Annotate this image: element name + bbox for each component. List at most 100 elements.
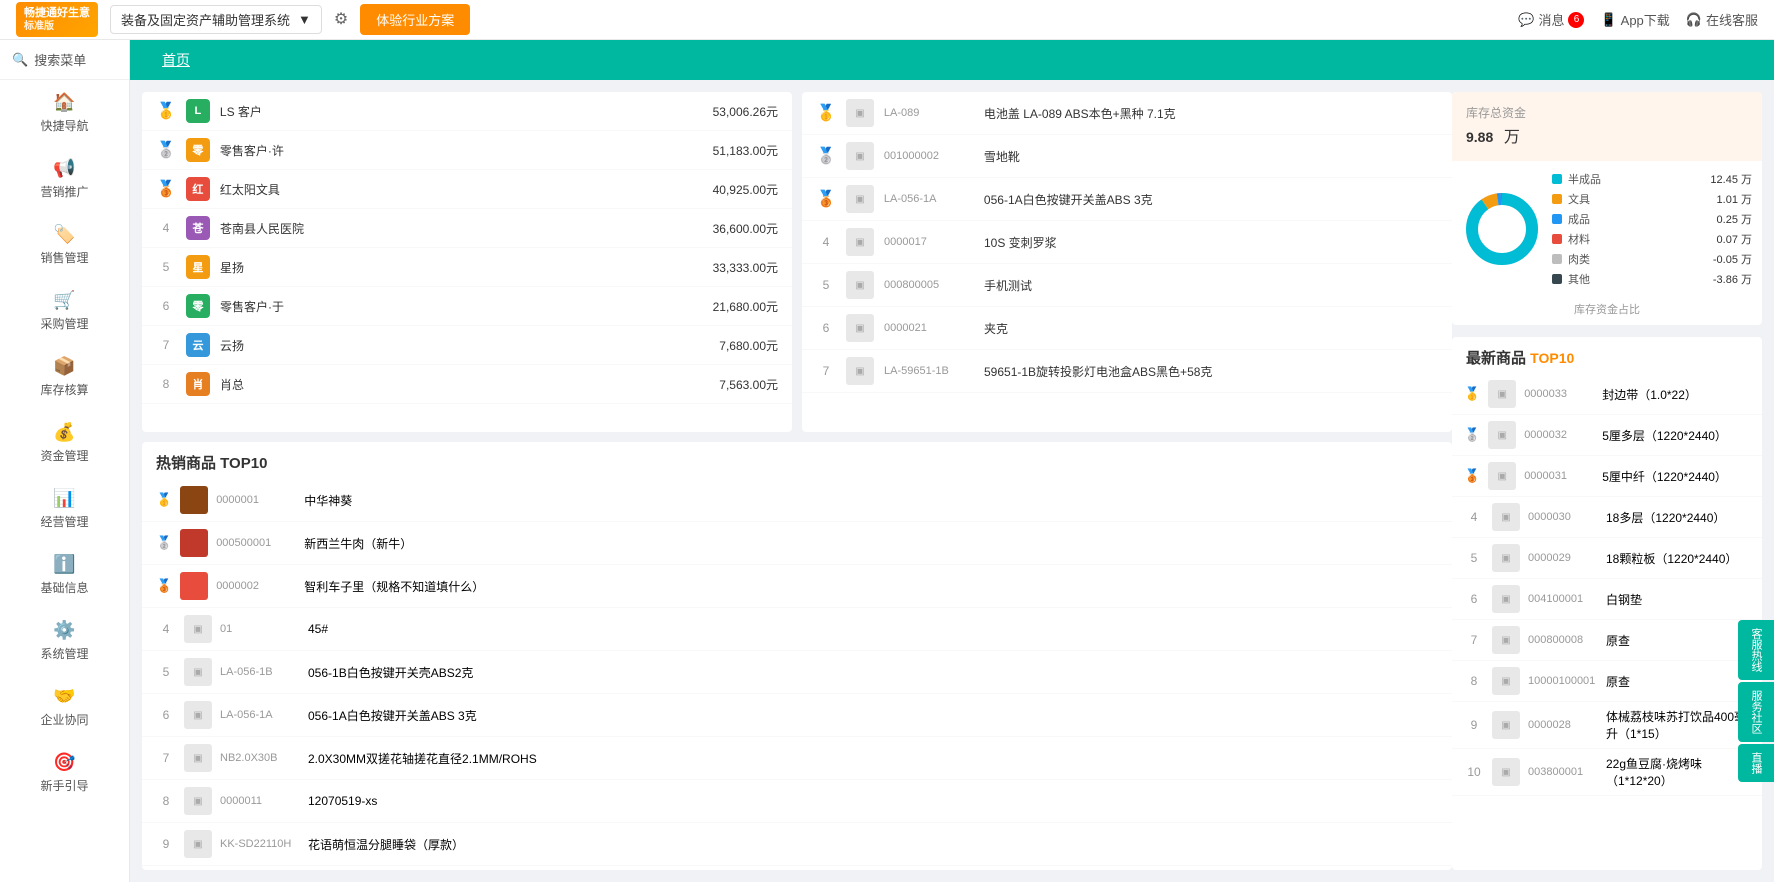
live-button[interactable]: 直播: [1738, 744, 1774, 782]
inventory-donut-chart: [1462, 189, 1542, 269]
product-name: 体械荔枝味苏打饮品400毫升（1*15）: [1606, 708, 1750, 742]
sidebar-item-operations[interactable]: 📊 经营管理: [0, 476, 129, 542]
home-icon: 🏠: [53, 92, 75, 113]
product-code: 0000001: [216, 494, 296, 506]
system-select[interactable]: 装备及固定资产辅助管理系统 ▼: [110, 5, 322, 34]
list-item[interactable]: 🥉 ▣ LA-056-1A 056-1A白色按键开关盖ABS 3克: [802, 178, 1452, 221]
system-icon: ⚙️: [53, 620, 75, 641]
rank-num: 8: [156, 377, 176, 391]
logo: 畅捷通好生意 标准版: [16, 2, 98, 37]
list-item[interactable]: 9 ▣ KK-SD22110H 花语萌恒温分腿睡袋（厚款）: [142, 823, 1452, 866]
sidebar-item-guide[interactable]: 🎯 新手引导: [0, 740, 129, 806]
right-panel: 库存总资金 9.88 万: [1452, 92, 1762, 870]
app-download-button[interactable]: 📱 App下载: [1600, 10, 1669, 29]
sidebar-item-quick-nav[interactable]: 🏠 快捷导航: [0, 80, 129, 146]
header: 畅捷通好生意 标准版 装备及固定资产辅助管理系统 ▼ ⚙ 体验行业方案 💬 消息…: [0, 0, 1774, 40]
product-name: 056-1B白色按键开关壳ABS2克: [308, 664, 1438, 681]
inventory-icon: 📦: [53, 356, 75, 377]
customer-service-button[interactable]: 客服热线: [1738, 620, 1774, 680]
product-image: ▣: [1492, 585, 1520, 613]
messages-button[interactable]: 💬 消息 6: [1518, 10, 1584, 29]
list-item[interactable]: 5 星 星扬 33,333.00元: [142, 248, 792, 287]
top-row: 🥇 L LS 客户 53,006.26元 🥈 零 零售客户·许 51,183.0…: [142, 92, 1452, 432]
list-item[interactable]: 4 ▣ 0000017 10S 变刺罗浆: [802, 221, 1452, 264]
header-left: 畅捷通好生意 标准版 装备及固定资产辅助管理系统 ▼ ⚙ 体验行业方案: [16, 2, 470, 37]
rank-medal: 🥈: [1464, 427, 1480, 443]
sidebar-item-inventory[interactable]: 📦 库存核算: [0, 344, 129, 410]
legend-dot: [1552, 194, 1562, 204]
customer-amount: 53,006.26元: [713, 103, 778, 120]
list-item[interactable]: 6 ▣ LA-056-1A 056-1A白色按键开关盖ABS 3克: [142, 694, 1452, 737]
list-item[interactable]: 4 ▣ 0000030 18多层（1220*2440）: [1452, 497, 1762, 538]
list-item[interactable]: 🥉 红 红太阳文具 40,925.00元: [142, 170, 792, 209]
customer-amount: 33,333.00元: [713, 259, 778, 276]
list-item[interactable]: 10 ▣ 003800001 22g鱼豆腐·烧烤味（1*12*20）: [1452, 749, 1762, 796]
product-code: LA-056-1A: [220, 709, 300, 721]
list-item[interactable]: 🥇 L LS 客户 53,006.26元: [142, 92, 792, 131]
list-item[interactable]: 4 ▣ 01 45#: [142, 608, 1452, 651]
sidebar-item-sales[interactable]: 🏷️ 销售管理: [0, 212, 129, 278]
list-item[interactable]: 7 ▣ 000800008 原查: [1452, 620, 1762, 661]
list-item[interactable]: 5 ▣ LA-056-1B 056-1B白色按键开关壳ABS2克: [142, 651, 1452, 694]
list-item[interactable]: 8 肖 肖总 7,563.00元: [142, 365, 792, 404]
list-item[interactable]: 🥇 0000001 中华神葵: [142, 479, 1452, 522]
product-image: ▣: [184, 701, 212, 729]
rank-medal-2: 🥈: [156, 140, 176, 160]
list-item[interactable]: 6 零 零售客户·于 21,680.00元: [142, 287, 792, 326]
product-image: ▣: [846, 142, 874, 170]
search-menu-button[interactable]: 🔍 搜索菜单: [0, 40, 129, 80]
sidebar-item-cooperation[interactable]: 🤝 企业协同: [0, 674, 129, 740]
list-item[interactable]: 🥇 ▣ 0000033 封边带（1.0*22）: [1452, 374, 1762, 415]
rank-medal: 🥇: [156, 492, 172, 508]
list-item[interactable]: 5 ▣ 000800005 手机测试: [802, 264, 1452, 307]
customer-name: 红太阳文具: [220, 181, 703, 198]
list-item[interactable]: 4 苍 苍南县人民医院 36,600.00元: [142, 209, 792, 248]
list-item[interactable]: 8 ▣ 0000011 12070519-xs: [142, 780, 1452, 823]
list-item[interactable]: 🥈 000500001 新西兰牛肉（新牛）: [142, 522, 1452, 565]
customer-avatar: 肖: [186, 372, 210, 396]
product-name: 封边带（1.0*22）: [1602, 386, 1750, 403]
product-code: 001000002: [884, 150, 974, 162]
product-image: ▣: [184, 744, 212, 772]
product-code: 000800005: [884, 279, 974, 291]
online-service-button[interactable]: 🎧 在线客服: [1686, 10, 1758, 29]
list-item[interactable]: 8 ▣ 10000100001 原查: [1452, 661, 1762, 702]
list-item[interactable]: 🥉 ▣ 0000031 5厘中纤（1220*2440）: [1452, 456, 1762, 497]
product-name: 花语萌恒温分腿睡袋（厚款）: [308, 836, 1438, 853]
list-item[interactable]: 7 ▣ LA-59651-1B 59651-1B旋转投影灯电池盒ABS黑色+58…: [802, 350, 1452, 393]
product-code: 0000021: [884, 322, 974, 334]
settings-icon[interactable]: ⚙: [334, 9, 348, 29]
rank-medal: 🥉: [816, 189, 836, 209]
sidebar-item-basic-info[interactable]: ℹ️ 基础信息: [0, 542, 129, 608]
service-community-button[interactable]: 服务社区: [1738, 682, 1774, 742]
list-item[interactable]: 6 ▣ 004100001 白钢垫: [1452, 579, 1762, 620]
product-name: 白钢垫: [1606, 591, 1750, 608]
list-item[interactable]: 7 ▣ NB2.0X30B 2.0X30MM双搓花轴搓花直径2.1MM/ROHS: [142, 737, 1452, 780]
list-item[interactable]: 7 云 云扬 7,680.00元: [142, 326, 792, 365]
sidebar-item-system[interactable]: ⚙️ 系统管理: [0, 608, 129, 674]
newest-products-panel: 最新商品 TOP10 🥇 ▣ 0000033 封边带（1.0*22）: [1452, 337, 1762, 870]
legend-item-meat: 肉类 -0.05 万: [1552, 251, 1752, 267]
list-item[interactable]: 🥈 零 零售客户·许 51,183.00元: [142, 131, 792, 170]
list-item[interactable]: 🥈 ▣ 001000002 雪地靴: [802, 135, 1452, 178]
sidebar-item-marketing[interactable]: 📢 营销推广: [0, 146, 129, 212]
customer-name: LS 客户: [220, 103, 703, 120]
hot-products-panel: 热销商品 TOP10 🥇 0000001 中华神葵 🥈: [142, 442, 1452, 870]
product-name: 2.0X30MM双搓花轴搓花直径2.1MM/ROHS: [308, 750, 1438, 767]
rank-medal: 🥉: [156, 578, 172, 594]
product-name: 10S 变刺罗浆: [984, 234, 1438, 251]
list-item[interactable]: 🥈 ▣ 0000032 5厘多层（1220*2440）: [1452, 415, 1762, 456]
product-image-colored: [180, 486, 208, 514]
trial-button[interactable]: 体验行业方案: [360, 4, 470, 35]
sidebar-item-purchase[interactable]: 🛒 采购管理: [0, 278, 129, 344]
home-nav-link[interactable]: 首页: [146, 40, 206, 80]
chevron-down-icon: ▼: [298, 12, 311, 27]
list-item[interactable]: 🥉 0000002 智利车子里（规格不知道填什么）: [142, 565, 1452, 608]
sidebar-item-finance[interactable]: 💰 资金管理: [0, 410, 129, 476]
list-item[interactable]: 9 ▣ 0000028 体械荔枝味苏打饮品400毫升（1*15）: [1452, 702, 1762, 749]
operations-icon: 📊: [53, 488, 75, 509]
list-item[interactable]: 6 ▣ 0000021 夹克: [802, 307, 1452, 350]
main-layout: 🔍 搜索菜单 🏠 快捷导航 📢 营销推广 🏷️ 销售管理 🛒 采购管理 📦 库存…: [0, 40, 1774, 882]
list-item[interactable]: 🥇 ▣ LA-089 电池盖 LA-089 ABS本色+黑种 7.1克: [802, 92, 1452, 135]
list-item[interactable]: 5 ▣ 0000029 18颗粒板（1220*2440）: [1452, 538, 1762, 579]
